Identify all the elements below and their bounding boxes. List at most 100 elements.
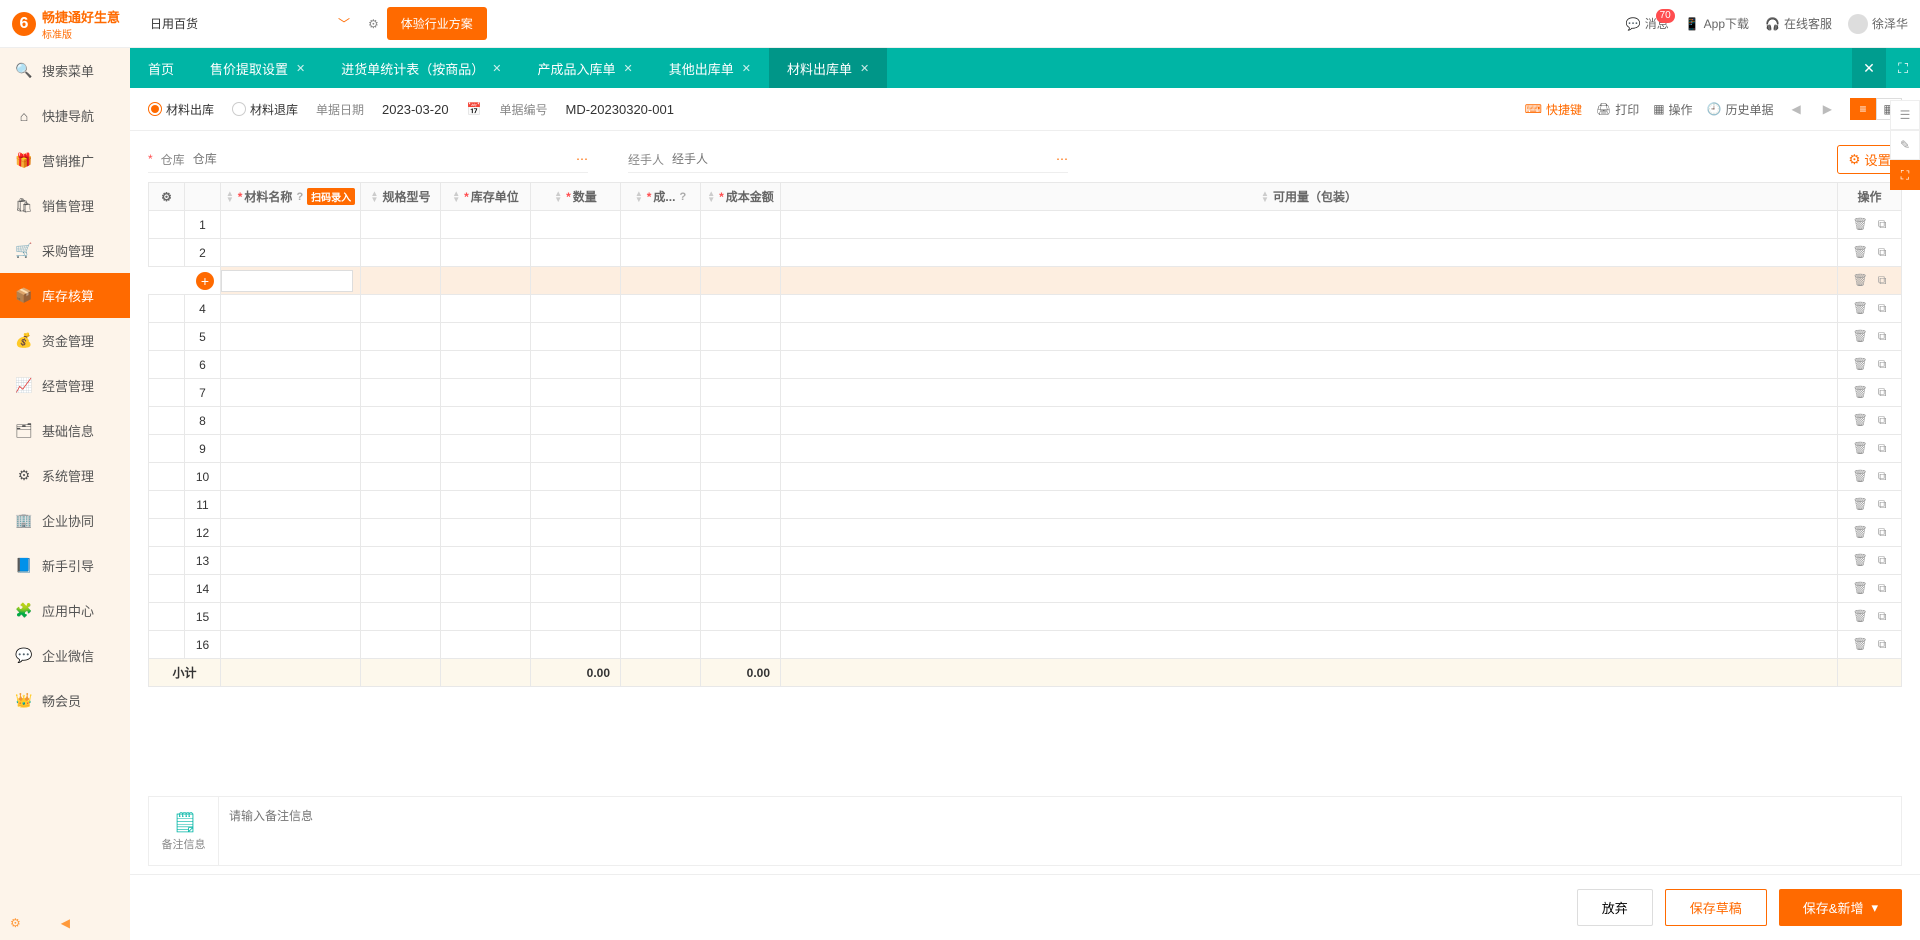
table-row[interactable]: 6🗑⧉ — [149, 351, 1902, 379]
delete-icon[interactable]: 🗑 — [1853, 441, 1868, 456]
rail-btn-1[interactable]: ☰ — [1890, 100, 1920, 130]
th-material[interactable]: 材料名称 — [244, 188, 292, 205]
delete-icon[interactable]: 🗑 — [1853, 469, 1868, 484]
print-link[interactable]: 🖨打印 — [1596, 101, 1639, 118]
material-input[interactable] — [221, 270, 353, 292]
delete-icon[interactable]: 🗑 — [1853, 385, 1868, 400]
copy-icon[interactable]: ⧉ — [1878, 609, 1887, 624]
table-row[interactable]: 14🗑⧉ — [149, 575, 1902, 603]
delete-icon[interactable]: 🗑 — [1853, 413, 1868, 428]
scan-tag[interactable]: 扫码录入 — [307, 188, 355, 205]
copy-icon[interactable]: ⧉ — [1878, 385, 1887, 400]
sidebar-item-3[interactable]: 🛍销售管理 — [0, 183, 130, 228]
sort-icon[interactable]: ▲▼ — [707, 191, 715, 203]
table-row[interactable]: 5🗑⧉ — [149, 323, 1902, 351]
table-row[interactable]: 11🗑⧉ — [149, 491, 1902, 519]
delete-icon[interactable]: 🗑 — [1853, 357, 1868, 372]
sort-icon[interactable]: ▲▼ — [635, 191, 643, 203]
sidebar-item-12[interactable]: 🧩应用中心 — [0, 588, 130, 633]
service-link[interactable]: 🎧 在线客服 — [1765, 15, 1832, 32]
remark-input[interactable] — [219, 797, 1901, 865]
table-row[interactable]: 9🗑⧉ — [149, 435, 1902, 463]
sidebar-item-2[interactable]: 🎁营销推广 — [0, 138, 130, 183]
delete-icon[interactable]: 🗑 — [1853, 581, 1868, 596]
trial-button[interactable]: 体验行业方案 — [387, 7, 487, 40]
sidebar-item-6[interactable]: 💰资金管理 — [0, 318, 130, 363]
th-unit[interactable]: 库存单位 — [471, 188, 519, 205]
tab-close-icon[interactable]: ✕ — [742, 62, 751, 75]
copy-icon[interactable]: ⧉ — [1878, 301, 1887, 316]
copy-icon[interactable]: ⧉ — [1878, 329, 1887, 344]
sidebar-item-10[interactable]: 🏢企业协同 — [0, 498, 130, 543]
tab-close-icon[interactable]: ✕ — [624, 62, 633, 75]
tab-3[interactable]: 产成品入库单✕ — [519, 48, 650, 88]
copy-icon[interactable]: ⧉ — [1878, 637, 1887, 652]
table-row[interactable]: 13🗑⧉ — [149, 547, 1902, 575]
handler-lookup-icon[interactable]: ⋯ — [1056, 152, 1068, 166]
hotkey-link[interactable]: ⌨快捷键 — [1525, 101, 1582, 118]
table-row[interactable]: + 🗑 ⧉ — [149, 267, 1902, 295]
sidebar-item-0[interactable]: 🔍搜索菜单 — [0, 48, 130, 93]
warehouse-input[interactable] — [193, 152, 588, 166]
tab-close-icon[interactable]: ✕ — [492, 62, 501, 75]
tab-2[interactable]: 进货单统计表（按商品）✕ — [323, 48, 519, 88]
delete-icon[interactable]: 🗑 — [1853, 273, 1868, 288]
sidebar-item-7[interactable]: 📈经营管理 — [0, 363, 130, 408]
date-value[interactable]: 2023-03-20 — [382, 102, 449, 117]
tab-expand[interactable]: ⛶ — [1886, 48, 1920, 88]
sort-icon[interactable]: ▲▼ — [452, 191, 460, 203]
copy-icon[interactable]: ⧉ — [1878, 497, 1887, 512]
table-row[interactable]: 8🗑⧉ — [149, 407, 1902, 435]
save-draft-button[interactable]: 保存草稿 — [1665, 889, 1767, 926]
table-row[interactable]: 10🗑⧉ — [149, 463, 1902, 491]
delete-icon[interactable]: 🗑 — [1853, 525, 1868, 540]
warehouse-lookup-icon[interactable]: ⋯ — [576, 152, 588, 166]
delete-icon[interactable]: 🗑 — [1853, 609, 1868, 624]
view-list[interactable]: ≡ — [1850, 98, 1876, 120]
delete-icon[interactable]: 🗑 — [1853, 217, 1868, 232]
sort-icon[interactable]: ▲▼ — [554, 191, 562, 203]
category-select[interactable]: 日用百货 ﹀ — [140, 11, 360, 36]
tab-1[interactable]: 售价提取设置✕ — [192, 48, 323, 88]
copy-icon[interactable]: ⧉ — [1878, 441, 1887, 456]
radio-material-out[interactable]: 材料出库 — [148, 101, 214, 118]
th-qty[interactable]: 数量 — [573, 188, 597, 205]
delete-icon[interactable]: 🗑 — [1853, 329, 1868, 344]
tab-close-icon[interactable]: ✕ — [860, 62, 869, 75]
tab-4[interactable]: 其他出库单✕ — [651, 48, 769, 88]
sidebar-item-11[interactable]: 📘新手引导 — [0, 543, 130, 588]
radio-material-return[interactable]: 材料退库 — [232, 101, 298, 118]
sidebar-item-4[interactable]: 🛒采购管理 — [0, 228, 130, 273]
rail-btn-2[interactable]: ✎ — [1890, 130, 1920, 160]
delete-icon[interactable]: 🗑 — [1853, 637, 1868, 652]
next-doc[interactable]: ▶ — [1819, 102, 1836, 116]
th-cost[interactable]: 成... — [653, 188, 675, 205]
table-row[interactable]: 2🗑⧉ — [149, 239, 1902, 267]
table-row[interactable]: 12🗑⧉ — [149, 519, 1902, 547]
delete-icon[interactable]: 🗑 — [1853, 245, 1868, 260]
table-row[interactable]: 15🗑⧉ — [149, 603, 1902, 631]
copy-icon[interactable]: ⧉ — [1878, 469, 1887, 484]
copy-icon[interactable]: ⧉ — [1878, 553, 1887, 568]
gear-column[interactable]: ⚙ — [149, 183, 185, 211]
add-row-button[interactable]: + — [196, 272, 214, 290]
copy-icon[interactable]: ⧉ — [1878, 273, 1887, 288]
handler-field[interactable]: 经手人 ⋯ — [628, 147, 1068, 173]
warehouse-field[interactable]: *仓库 ⋯ — [148, 147, 588, 173]
help-icon[interactable]: ? — [296, 191, 303, 203]
calendar-icon[interactable]: 📅 — [467, 102, 482, 116]
collapse-icon[interactable]: ◀ — [61, 916, 70, 930]
copy-icon[interactable]: ⧉ — [1878, 245, 1887, 260]
sort-icon[interactable]: ▲▼ — [1261, 191, 1269, 203]
th-spec[interactable]: 规格型号 — [382, 188, 430, 205]
sidebar-item-13[interactable]: 💬企业微信 — [0, 633, 130, 678]
sort-icon[interactable]: ▲▼ — [226, 191, 234, 203]
operate-link[interactable]: ▦操作 — [1653, 101, 1692, 118]
copy-icon[interactable]: ⧉ — [1878, 581, 1887, 596]
help-icon[interactable]: ? — [679, 191, 686, 203]
history-link[interactable]: 🕘历史单据 — [1707, 101, 1774, 118]
user-menu[interactable]: 徐泽华 — [1848, 14, 1908, 34]
tab-close-icon[interactable]: ✕ — [296, 62, 305, 75]
rail-btn-3[interactable]: ⛶ — [1890, 160, 1920, 190]
prev-doc[interactable]: ◀ — [1788, 102, 1805, 116]
